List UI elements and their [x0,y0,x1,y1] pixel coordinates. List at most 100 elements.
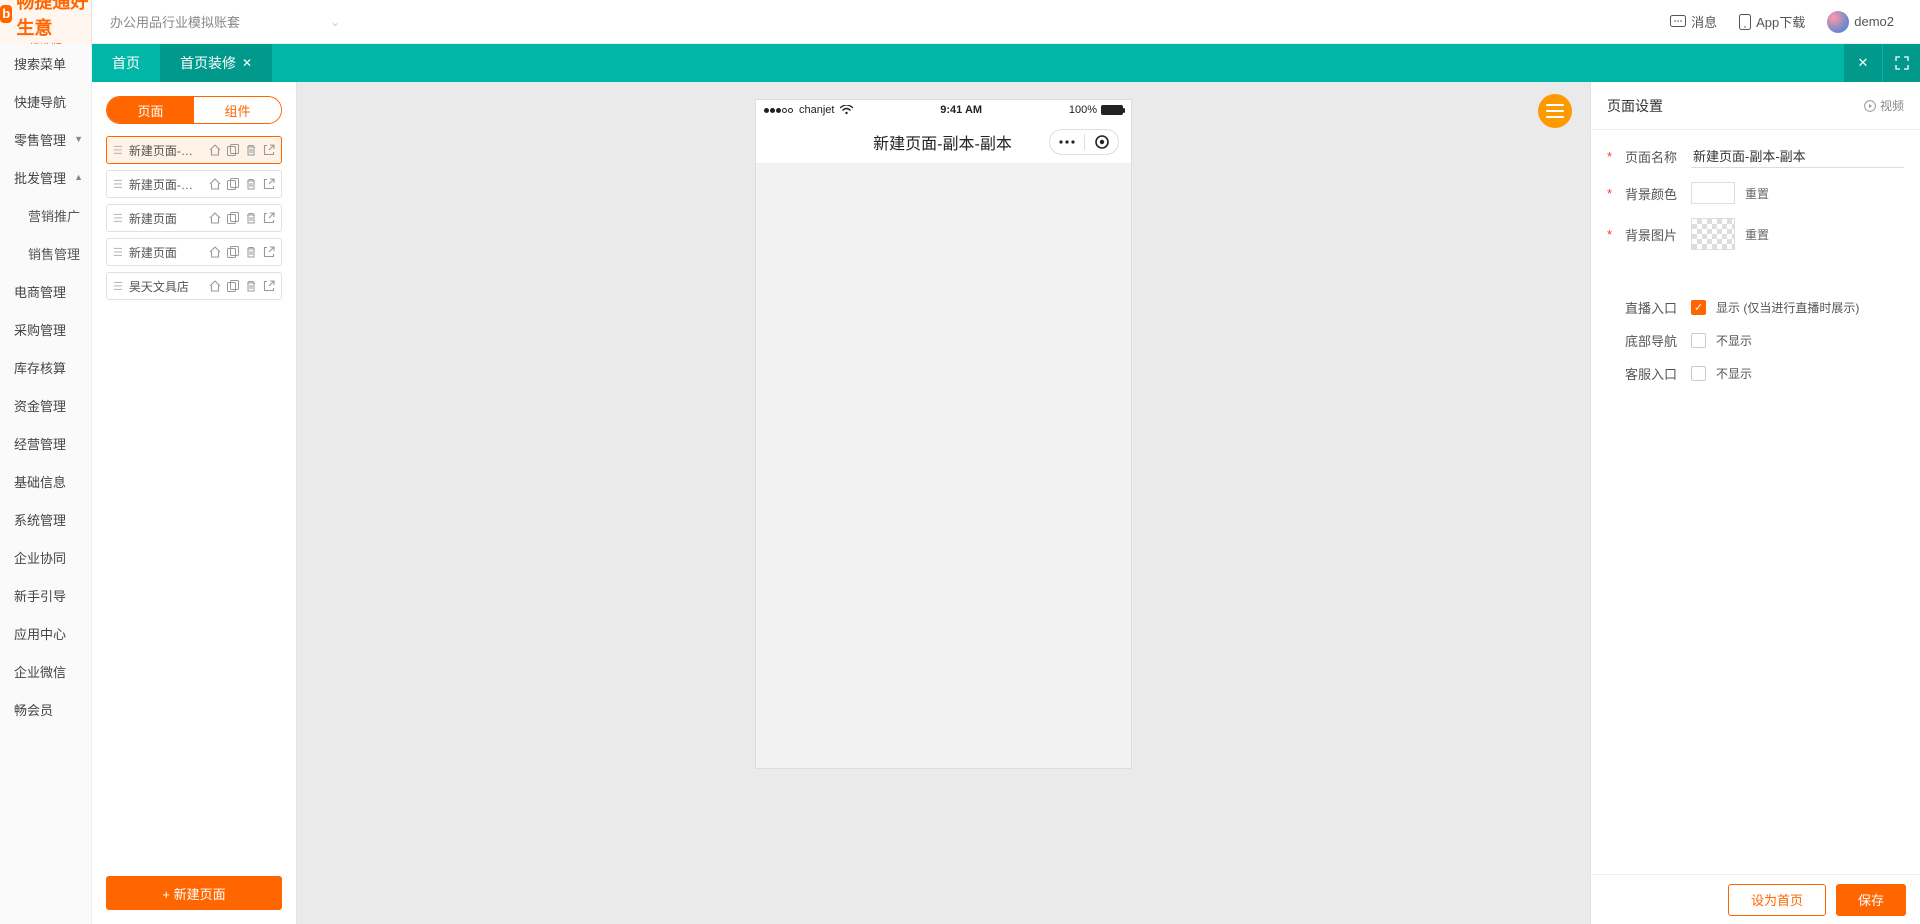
phone-page-title: 新建页面-副本-副本 [836,130,1049,154]
home-icon[interactable] [209,280,221,292]
sidebar-item-11[interactable]: 基础信息 [0,462,91,500]
phone-time: 9:41 AM [940,104,982,116]
sidebar-item-14[interactable]: 新手引导 [0,576,91,614]
sidebar-item-5[interactable]: 销售管理 [0,234,91,272]
sidebar-item-2[interactable]: 零售管理▼ [0,120,91,158]
sidebar-item-label: 营销推广 [28,206,80,225]
open-icon[interactable] [263,144,275,156]
fullscreen-icon[interactable] [1882,44,1920,82]
delete-icon[interactable] [245,212,257,224]
checkbox-cs[interactable] [1691,366,1706,381]
copy-icon[interactable] [227,178,239,190]
logo[interactable]: b畅捷通好生意 标准版 [0,0,92,44]
bg-color-swatch[interactable] [1691,182,1735,204]
logo-text: 畅捷通好生意 [16,0,91,40]
tab-decor[interactable]: 首页装修 ✕ [160,44,272,82]
reset-bg-color[interactable]: 重置 [1745,185,1769,202]
page-item-name: 新建页面 [129,244,203,261]
delete-icon[interactable] [245,144,257,156]
grip-icon: ☰ [113,144,123,157]
target-icon[interactable] [1084,134,1118,150]
delete-icon[interactable] [245,280,257,292]
sidebar-item-16[interactable]: 企业微信 [0,652,91,690]
home-icon[interactable] [209,144,221,156]
sidebar-item-4[interactable]: 营销推广 [0,196,91,234]
segment-control: 页面 组件 [106,96,282,124]
sidebar-item-3[interactable]: 批发管理 ▲ [0,158,91,196]
chevron-down-icon: ⌄ [330,15,340,29]
seg-component[interactable]: 组件 [194,97,281,123]
sidebar-item-10[interactable]: 经营管理 [0,424,91,462]
sidebar-item-12[interactable]: 系统管理 [0,500,91,538]
delete-icon[interactable] [245,246,257,258]
page-item-3[interactable]: ☰ 新建页面 [106,238,282,266]
page-item-name: 新建页面-副本... [129,142,203,159]
sidebar-item-label: 企业协同 [14,548,66,567]
copy-icon[interactable] [227,280,239,292]
page-item-4[interactable]: ☰昊天文具店 [106,272,282,300]
bg-image-swatch[interactable] [1691,218,1735,250]
open-icon[interactable] [263,212,275,224]
set-home-button[interactable]: 设为首页 [1728,884,1826,916]
logo-icon: b [0,5,12,23]
row-customer-service: 客服入口 不显示 [1607,364,1904,383]
sidebar-item-6[interactable]: 电商管理 [0,272,91,310]
copy-icon[interactable] [227,144,239,156]
user-menu[interactable]: demo2 [1827,11,1894,33]
close-icon[interactable]: ✕ [242,56,252,70]
sidebar-item-9[interactable]: 资金管理 [0,386,91,424]
page-item-2[interactable]: ☰新建页面 [106,204,282,232]
sidebar-item-label: 库存核算 [14,358,66,377]
home-icon[interactable] [209,246,221,258]
input-page-name[interactable] [1691,144,1904,168]
page-item-0[interactable]: ☰ 新建页面-副本... [106,136,282,164]
sidebar-item-label: 畅会员 [14,700,53,719]
caret-icon: ▲ [74,172,83,182]
sidebar-item-8[interactable]: 库存核算 [0,348,91,386]
grip-icon: ☰ [113,178,123,191]
copy-icon[interactable] [227,212,239,224]
seg-page[interactable]: 页面 [107,97,194,123]
messages-link[interactable]: 消息 [1670,12,1717,31]
account-selector[interactable]: 办公用品行业模拟账套 ⌄ [110,12,340,31]
checkbox-bottom-nav[interactable] [1691,333,1706,348]
new-page-button[interactable]: + 新建页面 [106,876,282,910]
reset-bg-image[interactable]: 重置 [1745,226,1769,243]
sidebar-item-17[interactable]: 畅会员 [0,690,91,728]
home-icon[interactable] [209,212,221,224]
sidebar-item-7[interactable]: 采购管理 [0,310,91,348]
menu-fab-button[interactable] [1538,94,1572,128]
battery-icon [1101,105,1123,115]
sidebar-item-label: 批发管理 [14,168,66,187]
canvas: chanjet 9:41 AM 100% 新建页面- [297,82,1590,924]
video-help-link[interactable]: 视频 [1864,97,1904,114]
checkbox-live[interactable]: ✓ [1691,300,1706,315]
sidebar-item-0[interactable]: 搜索菜单 [0,44,91,82]
open-icon[interactable] [263,246,275,258]
more-icon[interactable] [1050,140,1084,144]
page-item-1[interactable]: ☰新建页面-副本 [106,170,282,198]
open-icon[interactable] [263,178,275,190]
sidebar-item-1[interactable]: 快捷导航 [0,82,91,120]
save-button[interactable]: 保存 [1836,884,1906,916]
open-icon[interactable] [263,280,275,292]
mini-program-capsule[interactable] [1049,129,1119,155]
sidebar-item-13[interactable]: 企业协同 [0,538,91,576]
sidebar-item-label: 搜索菜单 [14,54,66,73]
sidebar-item-label: 经营管理 [14,434,66,453]
label-page-name: 页面名称 [1625,147,1681,166]
messages-label: 消息 [1691,12,1717,31]
delete-icon[interactable] [245,178,257,190]
tab-home[interactable]: 首页 [92,44,160,82]
home-icon[interactable] [209,178,221,190]
close-all-icon[interactable]: ✕ [1844,44,1882,82]
label-live: 直播入口 [1625,298,1681,317]
app-download-link[interactable]: App下载 [1739,12,1805,31]
copy-icon[interactable] [227,246,239,258]
tab-decor-label: 首页装修 [180,53,236,73]
phone-title-bar: 新建页面-副本-副本 [756,120,1131,164]
grip-icon: ☰ [113,212,123,225]
grip-icon: ☰ [113,246,123,259]
sidebar-item-15[interactable]: 应用中心 [0,614,91,652]
sidebar-item-label: 销售管理 [28,244,80,263]
